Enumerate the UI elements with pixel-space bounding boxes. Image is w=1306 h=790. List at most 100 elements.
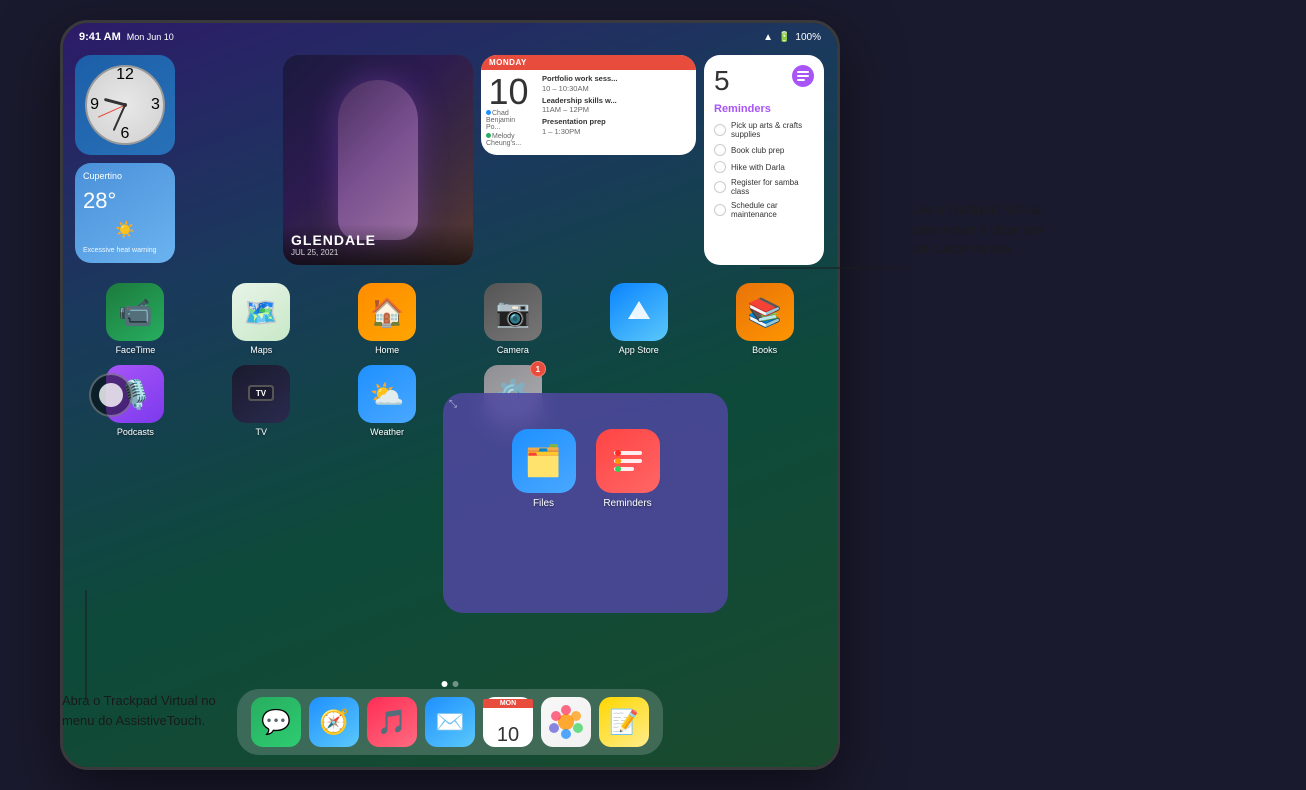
- settings-badge: 1: [530, 361, 546, 377]
- app-camera[interactable]: 📷 Camera: [453, 283, 574, 355]
- clock-face: 12 3 6 9: [85, 65, 165, 145]
- reminders-title: Reminders: [714, 103, 814, 115]
- clock-num-12: 12: [116, 66, 134, 84]
- wifi-icon: ▲: [763, 32, 773, 43]
- app-maps[interactable]: 🗺️ Maps: [201, 283, 322, 355]
- page-dot-2[interactable]: [453, 681, 459, 687]
- weather-city: Cupertino: [83, 171, 167, 181]
- clock-center: [123, 103, 127, 107]
- battery-icon: 🔋: [778, 32, 790, 43]
- status-right: ▲ 🔋 100%: [763, 32, 821, 43]
- weather-app-icon: ⛅: [358, 365, 416, 423]
- clock-widget[interactable]: 12 3 6 9: [75, 55, 175, 155]
- reminders-app-icon: [596, 429, 660, 493]
- reminders-app-label: Reminders: [603, 498, 651, 509]
- dock-mail[interactable]: ✉️: [425, 697, 475, 747]
- dock-calendar-date: 10: [497, 725, 519, 745]
- reminder-item-2: Book club prep: [714, 144, 814, 156]
- status-time: 9:41 AM: [79, 31, 121, 43]
- calendar-day-name: MONDAY: [489, 58, 527, 67]
- books-icon: 📚: [736, 283, 794, 341]
- page-dot-1[interactable]: [442, 681, 448, 687]
- calendar-header: MONDAY: [481, 55, 696, 70]
- dock-calendar[interactable]: MON 10: [483, 697, 533, 747]
- svg-text:TV: TV: [256, 389, 267, 398]
- music-overlay: GLENDALE JUL 25, 2021: [283, 224, 473, 265]
- app-facetime[interactable]: 📹 FaceTime: [75, 283, 196, 355]
- reminders-count: 5: [714, 65, 730, 97]
- facetime-label: FaceTime: [116, 345, 156, 355]
- ipad-screen: 9:41 AM Mon Jun 10 ▲ 🔋 100% 12 3: [63, 23, 837, 767]
- reminders-icon: [792, 65, 814, 87]
- weather-widget[interactable]: Cupertino 28° ☀️ Excessive heat warning: [75, 163, 175, 263]
- folder-resize-icon: ⤡: [449, 399, 457, 410]
- dock: 💬 🧭 🎵 ✉️ MON 10: [237, 689, 663, 755]
- calendar-content: 10 Chad Benjamin Po... Melody Cheung's..…: [481, 70, 696, 150]
- reminders-header: 5: [714, 65, 814, 97]
- maps-label: Maps: [250, 345, 272, 355]
- dock-mail-icon: ✉️: [425, 697, 475, 747]
- folder-overlay[interactable]: ⤡ 🗂️ Files: [443, 393, 728, 613]
- facetime-icon: 📹: [106, 283, 164, 341]
- annotation-bottom-text: Abra o Trackpad Virtual no menu do Assis…: [62, 693, 216, 728]
- appstore-icon: [610, 283, 668, 341]
- app-home[interactable]: 🏠 Home: [327, 283, 448, 355]
- app-weather[interactable]: ⛅ Weather: [327, 365, 448, 437]
- reminder-item-5: Schedule car maintenance: [714, 201, 814, 219]
- music-figure: [338, 80, 418, 240]
- camera-label: Camera: [497, 345, 529, 355]
- dock-messages[interactable]: 💬: [251, 697, 301, 747]
- maps-icon: 🗺️: [232, 283, 290, 341]
- home-label: Home: [375, 345, 399, 355]
- app-tv[interactable]: TV TV: [201, 365, 322, 437]
- clock-num-6: 6: [121, 125, 130, 143]
- music-widget-background: GLENDALE JUL 25, 2021: [283, 55, 473, 265]
- calendar-date-section: 10 Chad Benjamin Po... Melody Cheung's..…: [481, 70, 536, 150]
- calendar-attendee1: Chad Benjamin Po...: [486, 110, 531, 131]
- folder-apps: 🗂️ Files Reminders: [459, 429, 712, 509]
- left-widget-column: 12 3 6 9 Cupertino 28° ☀️ Excessive heat…: [75, 55, 175, 263]
- reminder-item-3: Hike with Darla: [714, 161, 814, 173]
- dock-photos[interactable]: [541, 697, 591, 747]
- app-appstore[interactable]: App Store: [578, 283, 699, 355]
- files-icon: 🗂️: [512, 429, 576, 493]
- reminders-widget[interactable]: 5 Reminders Pick up arts & crafts suppli…: [704, 55, 824, 265]
- calendar-widget[interactable]: MONDAY 10 Chad Benjamin Po... Melody Che…: [481, 55, 696, 155]
- tv-icon: TV: [232, 365, 290, 423]
- files-label: Files: [533, 498, 554, 509]
- weather-description: Excessive heat warning: [83, 247, 167, 255]
- folder-app-reminders[interactable]: Reminders: [596, 429, 660, 509]
- podcasts-label: Podcasts: [117, 427, 154, 437]
- dock-calendar-icon: MON 10: [483, 697, 533, 747]
- reminder-item-1: Pick up arts & crafts supplies: [714, 121, 814, 139]
- camera-icon: 📷: [484, 283, 542, 341]
- assistive-touch-button[interactable]: [89, 373, 133, 417]
- annotation-bottom-left: Abra o Trackpad Virtual no menu do Assis…: [62, 691, 216, 730]
- calendar-events: Portfolio work sess... 10 – 10:30AM Lead…: [536, 70, 696, 150]
- calendar-attendee2: Melody Cheung's...: [486, 133, 531, 147]
- weather-label: Weather: [370, 427, 404, 437]
- folder-app-files[interactable]: 🗂️ Files: [512, 429, 576, 509]
- dock-safari[interactable]: 🧭: [309, 697, 359, 747]
- appstore-label: App Store: [619, 345, 659, 355]
- weather-icon: ☀️: [83, 220, 167, 240]
- dock-safari-icon: 🧭: [309, 697, 359, 747]
- annotation-right: Use o Trackpad Virtual para mover e clic…: [910, 200, 1042, 259]
- music-widget[interactable]: GLENDALE JUL 25, 2021: [283, 55, 473, 265]
- music-event: GLENDALE: [291, 232, 465, 248]
- calendar-date-num: 10: [488, 74, 528, 110]
- dock-music[interactable]: 🎵: [367, 697, 417, 747]
- battery-percent: 100%: [795, 32, 821, 43]
- reminder-item-4: Register for samba class: [714, 178, 814, 196]
- clock-num-3: 3: [151, 96, 160, 114]
- annotation-right-text: Use o Trackpad Virtual para mover e clic…: [910, 202, 1042, 256]
- calendar-event-1: Portfolio work sess... 10 – 10:30AM: [542, 74, 690, 94]
- clock-num-9: 9: [90, 96, 99, 114]
- dock-notes[interactable]: 📝: [599, 697, 649, 747]
- dock-calendar-day: MON: [483, 699, 533, 708]
- dock-photos-icon: [541, 697, 591, 747]
- tv-label: TV: [255, 427, 267, 437]
- books-label: Books: [752, 345, 777, 355]
- app-books[interactable]: 📚 Books: [704, 283, 825, 355]
- page-dots: [442, 681, 459, 687]
